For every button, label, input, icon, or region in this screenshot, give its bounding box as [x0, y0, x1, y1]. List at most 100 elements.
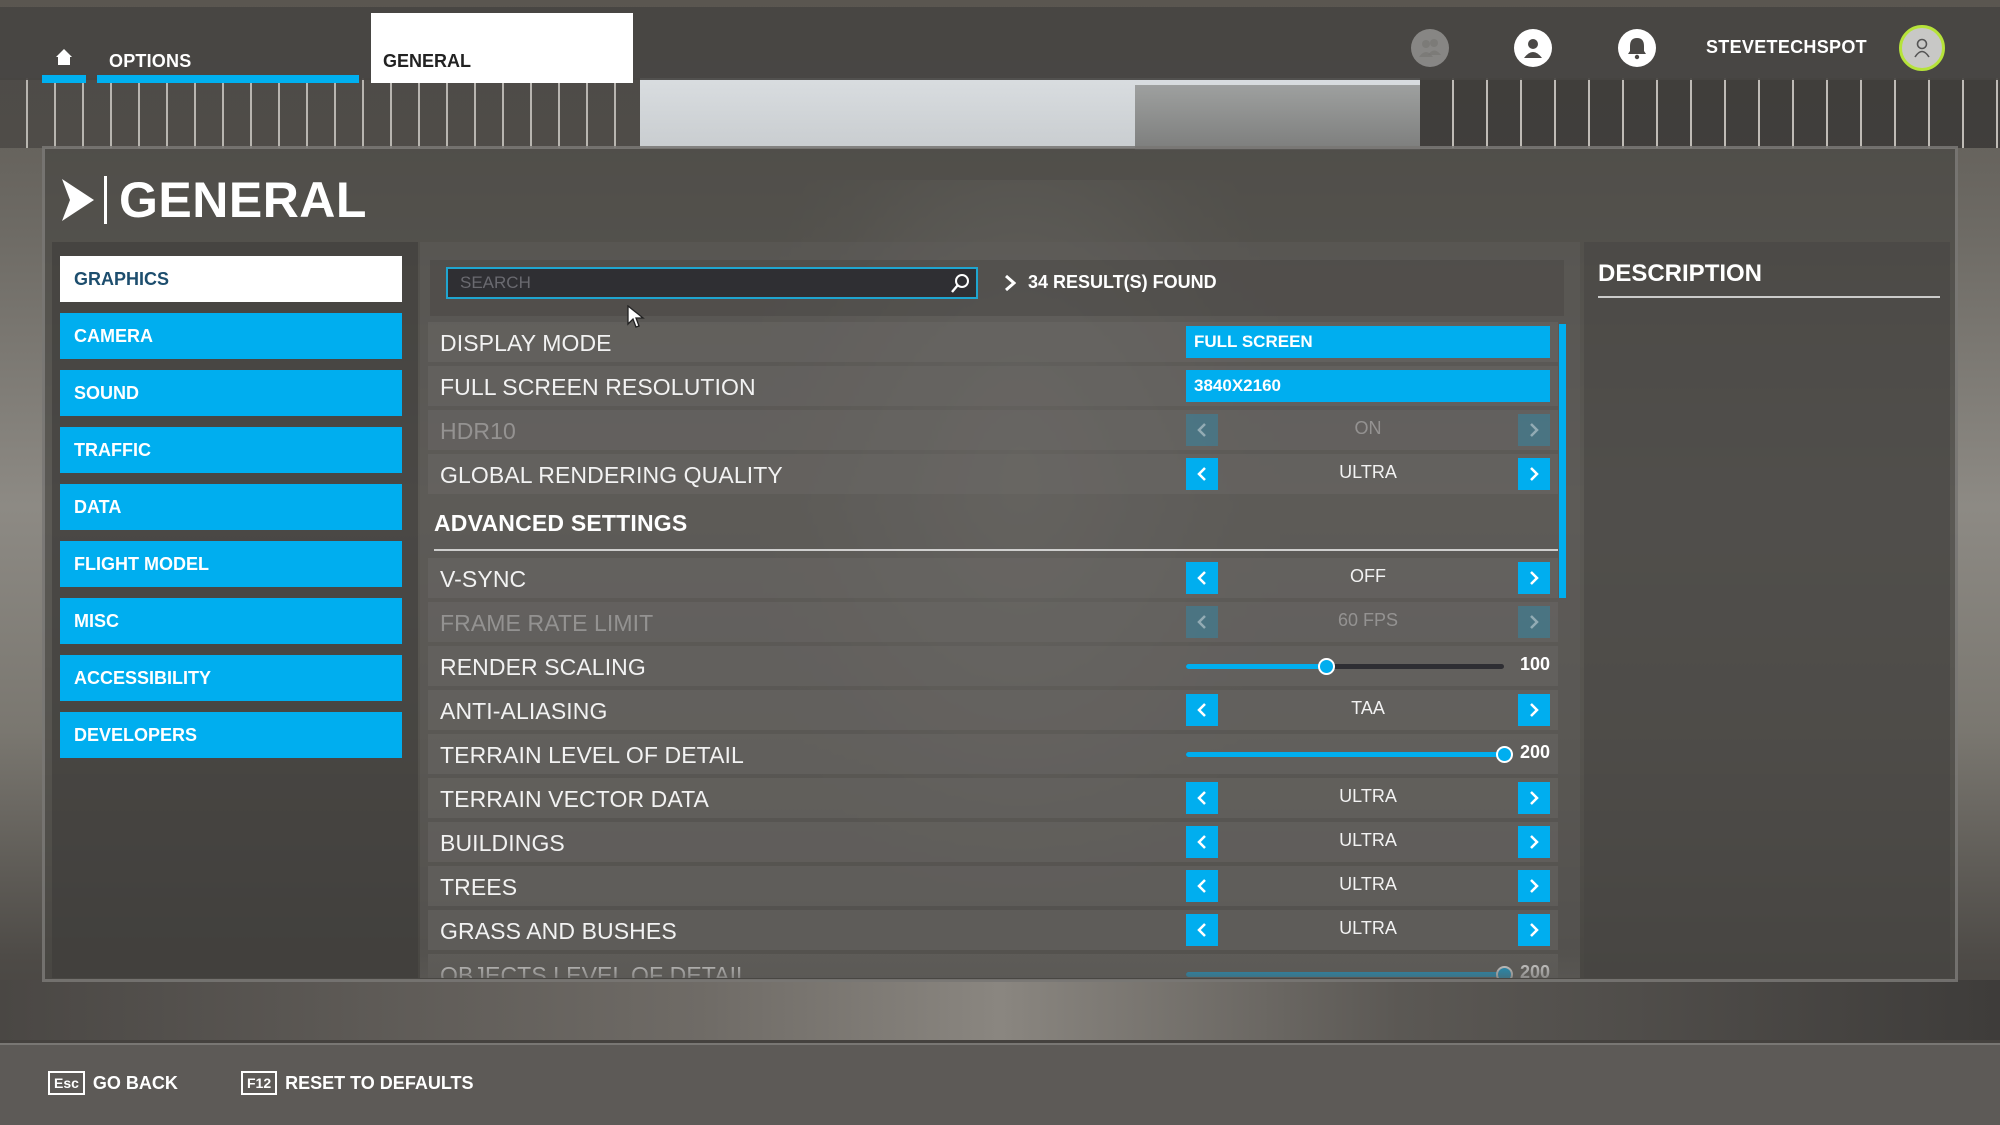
reset-to-defaults-button[interactable]: F12 RESET TO DEFAULTS [241, 1071, 473, 1095]
trees-prev-button[interactable] [1186, 870, 1218, 902]
section-divider [434, 549, 1558, 551]
slider-fill [1186, 752, 1504, 757]
setting-anti-aliasing[interactable]: ANTI-ALIASING TAA [428, 690, 1558, 730]
sidebar-item-traffic[interactable]: TRAFFIC [60, 427, 402, 473]
chevron-right-icon [1530, 615, 1539, 629]
sidebar-item-camera[interactable]: CAMERA [60, 313, 402, 359]
chevron-left-icon [1197, 791, 1206, 805]
notifications-bell-icon [1628, 38, 1646, 60]
friends-button[interactable] [1411, 29, 1449, 67]
global-quality-next-button[interactable] [1518, 458, 1550, 490]
background-hangar-right [1420, 78, 2000, 148]
setting-buildings[interactable]: BUILDINGS ULTRA [428, 822, 1558, 862]
hdr10-value: ON [1354, 418, 1382, 438]
vsync-next-button[interactable] [1518, 562, 1550, 594]
frame-rate-prev-button [1186, 606, 1218, 638]
render-scaling-slider[interactable] [1186, 658, 1504, 675]
general-tab-label: GENERAL [383, 51, 472, 71]
avatar[interactable] [1899, 25, 1945, 71]
slider-thumb[interactable] [1496, 746, 1513, 763]
profile-button[interactable] [1514, 29, 1552, 67]
setting-label: FRAME RATE LIMIT [440, 610, 654, 636]
options-tab-indicator [97, 75, 359, 83]
sidebar-item-flight-model[interactable]: FLIGHT MODEL [60, 541, 402, 587]
go-back-button[interactable]: Esc GO BACK [48, 1071, 178, 1095]
header-divider [104, 176, 107, 224]
sidebar-item-misc[interactable]: MISC [60, 598, 402, 644]
setting-label: TERRAIN LEVEL OF DETAIL [440, 742, 744, 768]
setting-label: RENDER SCALING [440, 654, 646, 680]
search-field[interactable] [446, 267, 978, 299]
setting-global-rendering-quality[interactable]: GLOBAL RENDERING QUALITY ULTRA [428, 454, 1558, 494]
top-bar: OPTIONS GENERAL STEVETECHSPOT [0, 7, 2000, 83]
home-tab-indicator [42, 75, 86, 83]
sidebar-item-sound[interactable]: SOUND [60, 370, 402, 416]
search-input[interactable] [448, 269, 938, 297]
frame-rate-value: 60 FPS [1337, 610, 1399, 630]
setting-terrain-vector-data[interactable]: TERRAIN VECTOR DATA ULTRA [428, 778, 1558, 818]
settings-scrollbar[interactable] [1559, 324, 1566, 598]
buildings-next-button[interactable] [1518, 826, 1550, 858]
setting-label: GLOBAL RENDERING QUALITY [440, 462, 783, 488]
settings-list: 34 RESULT(S) FOUND DISPLAY MODE FULL SCR… [420, 242, 1580, 978]
sidebar-item-developers[interactable]: DEVELOPERS [60, 712, 402, 758]
general-tab[interactable]: GENERAL [371, 13, 633, 83]
setting-grass-and-bushes[interactable]: GRASS AND BUSHES ULTRA [428, 910, 1558, 950]
trees-next-button[interactable] [1518, 870, 1550, 902]
chevron-left-icon [1197, 423, 1206, 437]
slider-thumb[interactable] [1317, 658, 1335, 675]
notifications-button[interactable] [1618, 29, 1656, 67]
sidebar-item-accessibility[interactable]: ACCESSIBILITY [60, 655, 402, 701]
chevron-left-icon [1197, 703, 1206, 717]
terrain-lod-slider[interactable] [1186, 746, 1513, 763]
vsync-prev-button[interactable] [1186, 562, 1218, 594]
setting-label: TREES [440, 874, 518, 900]
grass-prev-button[interactable] [1186, 914, 1218, 946]
setting-hdr10: HDR10 ON [428, 410, 1558, 450]
setting-terrain-level-of-detail[interactable]: TERRAIN LEVEL OF DETAIL 200 [428, 734, 1558, 774]
frame-rate-next-button [1518, 606, 1550, 638]
hdr10-prev-button [1186, 414, 1218, 446]
advanced-settings-header: ADVANCED SETTINGS [434, 510, 688, 536]
chevron-right-icon [1530, 879, 1539, 893]
setting-display-mode[interactable]: DISPLAY MODE FULL SCREEN [428, 322, 1558, 362]
setting-label: V-SYNC [440, 566, 527, 592]
setting-full-screen-resolution[interactable]: FULL SCREEN RESOLUTION 3840X2160 [428, 366, 1558, 406]
sidebar-item-graphics[interactable]: GRAPHICS [60, 256, 402, 302]
display-mode-dropdown[interactable]: FULL SCREEN [1186, 326, 1550, 358]
global-quality-prev-button[interactable] [1186, 458, 1218, 490]
setting-trees[interactable]: TREES ULTRA [428, 866, 1558, 906]
setting-label: HDR10 [440, 418, 516, 444]
search-button[interactable] [948, 272, 972, 296]
slider-fill [1186, 664, 1326, 669]
setting-frame-rate-limit: FRAME RATE LIMIT 60 FPS [428, 602, 1558, 642]
terrain-vector-value: ULTRA [1339, 786, 1397, 806]
terrain-vector-prev-button[interactable] [1186, 782, 1218, 814]
sidebar-item-data[interactable]: DATA [60, 484, 402, 530]
setting-render-scaling[interactable]: RENDER SCALING 100 [428, 646, 1558, 686]
anti-aliasing-next-button[interactable] [1518, 694, 1550, 726]
setting-label: GRASS AND BUSHES [440, 918, 677, 944]
resolution-dropdown[interactable]: 3840X2160 [1186, 370, 1550, 402]
chevron-right-icon [1530, 423, 1539, 437]
home-icon [56, 49, 72, 65]
page-title: GENERAL [119, 172, 367, 228]
grass-next-button[interactable] [1518, 914, 1550, 946]
chevron-right-icon [1005, 274, 1016, 291]
chevron-left-icon [1197, 467, 1206, 481]
terrain-vector-next-button[interactable] [1518, 782, 1550, 814]
setting-vsync[interactable]: V-SYNC OFF [428, 558, 1558, 598]
grass-value: ULTRA [1339, 918, 1397, 938]
footer-bar: Esc GO BACK F12 RESET TO DEFAULTS [0, 1043, 2000, 1125]
setting-label: BUILDINGS [440, 830, 565, 856]
go-back-label: GO BACK [92, 1072, 178, 1093]
hdr10-next-button [1518, 414, 1550, 446]
chevron-right-icon [1530, 923, 1539, 937]
anti-aliasing-prev-button[interactable] [1186, 694, 1218, 726]
options-tab[interactable]: OPTIONS [109, 51, 191, 72]
profile-icon [1524, 39, 1542, 58]
background-floor [0, 980, 2000, 1040]
username[interactable]: STEVETECHSPOT [1706, 37, 1867, 58]
esc-key-badge: Esc [48, 1071, 85, 1095]
buildings-prev-button[interactable] [1186, 826, 1218, 858]
